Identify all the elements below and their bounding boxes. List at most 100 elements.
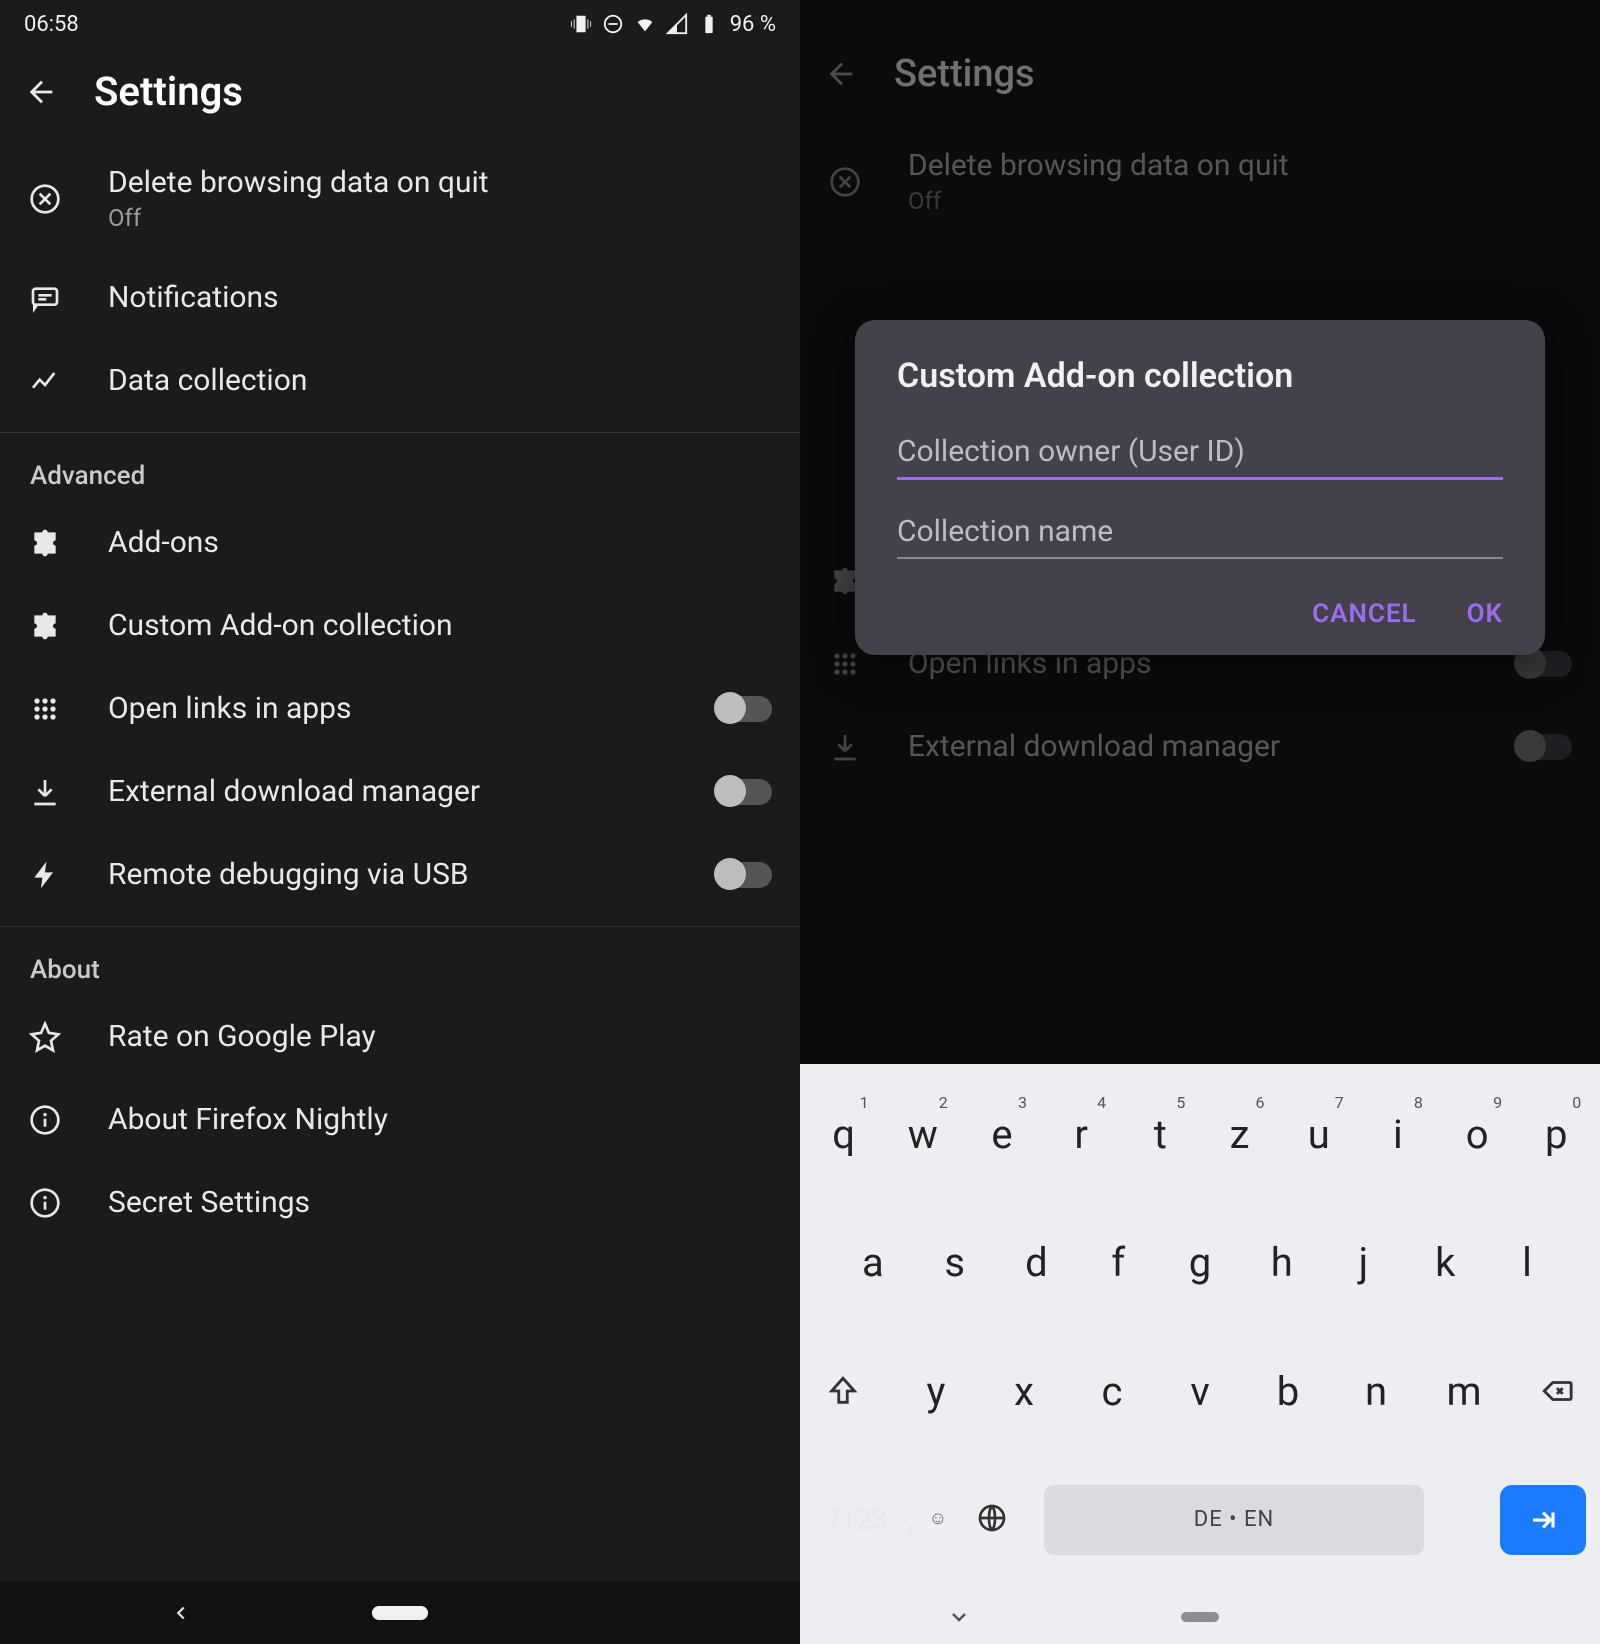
key-t[interactable]: 5t	[1125, 1091, 1195, 1177]
key-b[interactable]: b	[1253, 1348, 1323, 1434]
row-addons[interactable]: Add-ons	[0, 501, 800, 584]
row-subtitle: Off	[108, 204, 772, 232]
key-w[interactable]: 2w	[888, 1091, 958, 1177]
soft-keyboard[interactable]: 1q 2w 3e 4r 5t 6z 7u 8i 9o 0p a s d f g …	[800, 1064, 1600, 1644]
key-u[interactable]: 7u	[1284, 1091, 1354, 1177]
row-title: About Firefox Nightly	[108, 1102, 772, 1137]
row-open-links-in-apps[interactable]: Open links in apps	[0, 667, 800, 750]
cancel-button[interactable]: CANCEL	[1312, 599, 1416, 629]
row-title: Add-ons	[108, 525, 772, 560]
settings-screen-left: 06:58 96 % Settings Delete browsing data…	[0, 0, 800, 1644]
info-icon	[28, 1187, 62, 1219]
toggle-usb-debug[interactable]	[716, 862, 772, 888]
row-external-download-manager[interactable]: External download manager	[0, 750, 800, 833]
key-h[interactable]: h	[1247, 1220, 1317, 1306]
key-v[interactable]: v	[1165, 1348, 1235, 1434]
key-g[interactable]: g	[1165, 1220, 1235, 1306]
ok-button[interactable]: OK	[1467, 599, 1503, 629]
period-key[interactable]: .	[1432, 1502, 1492, 1537]
keyboard-row-4: ?123 , DE • EN .	[804, 1456, 1596, 1591]
keyboard-collapse-icon[interactable]	[947, 1605, 971, 1629]
keyboard-row-1: 1q 2w 3e 4r 5t 6z 7u 8i 9o 0p	[804, 1070, 1596, 1199]
key-n[interactable]: n	[1341, 1348, 1411, 1434]
toggle-ext-download[interactable]	[716, 779, 772, 805]
battery-icon	[698, 13, 720, 35]
enter-key[interactable]	[1500, 1485, 1586, 1555]
key-e[interactable]: 3e	[967, 1091, 1037, 1177]
back-icon[interactable]	[24, 75, 58, 109]
key-j[interactable]: j	[1328, 1220, 1398, 1306]
key-p[interactable]: 0p	[1521, 1091, 1591, 1177]
row-secret-settings[interactable]: Secret Settings	[0, 1161, 800, 1244]
page-title: Settings	[94, 68, 243, 115]
keyboard-row-3: y x c v b n m	[804, 1327, 1596, 1456]
row-title: External download manager	[108, 774, 670, 809]
clock: 06:58	[24, 12, 79, 37]
key-o[interactable]: 9o	[1442, 1091, 1512, 1177]
puzzle-icon	[28, 610, 62, 642]
bolt-icon	[28, 859, 62, 891]
row-notifications[interactable]: Notifications	[0, 256, 800, 339]
key-d[interactable]: d	[1001, 1220, 1071, 1306]
row-title: Notifications	[108, 280, 772, 315]
key-i[interactable]: 8i	[1363, 1091, 1433, 1177]
row-title: Remote debugging via USB	[108, 857, 670, 892]
settings-list: Delete browsing data on quit Off Notific…	[0, 141, 800, 1582]
header: Settings	[0, 48, 800, 141]
divider	[0, 926, 800, 927]
shift-icon	[826, 1374, 860, 1408]
shift-key[interactable]	[804, 1374, 882, 1408]
system-nav-bar	[804, 1590, 1596, 1644]
key-m[interactable]: m	[1429, 1348, 1499, 1434]
download-icon	[28, 776, 62, 808]
comma-key[interactable]: ,	[908, 1502, 968, 1537]
space-key[interactable]: DE • EN	[1044, 1485, 1424, 1555]
backspace-icon	[1537, 1374, 1577, 1408]
language-key[interactable]	[976, 1502, 1036, 1538]
key-q[interactable]: 1q	[809, 1091, 879, 1177]
key-f[interactable]: f	[1083, 1220, 1153, 1306]
row-rate-google-play[interactable]: Rate on Google Play	[0, 995, 800, 1078]
divider	[0, 432, 800, 433]
chat-icon	[28, 282, 62, 314]
symbols-key[interactable]: ?123	[814, 1503, 900, 1536]
key-z[interactable]: 6z	[1205, 1091, 1275, 1177]
close-circle-icon	[28, 183, 62, 215]
row-title: Open links in apps	[108, 691, 670, 726]
key-y[interactable]: y	[901, 1348, 971, 1434]
row-delete-browsing-data[interactable]: Delete browsing data on quit Off	[0, 141, 800, 256]
row-custom-addon-collection[interactable]: Custom Add-on collection	[0, 584, 800, 667]
row-title: Data collection	[108, 363, 772, 398]
row-remote-debugging-usb[interactable]: Remote debugging via USB	[0, 833, 800, 916]
key-r[interactable]: 4r	[1046, 1091, 1116, 1177]
section-about: About	[0, 937, 800, 995]
puzzle-icon	[28, 527, 62, 559]
backspace-key[interactable]	[1518, 1374, 1596, 1408]
status-bar: 06:58 96 %	[0, 0, 800, 48]
row-about-firefox-nightly[interactable]: About Firefox Nightly	[0, 1078, 800, 1161]
row-title: Custom Add-on collection	[108, 608, 772, 643]
key-k[interactable]: k	[1410, 1220, 1480, 1306]
custom-addon-dialog: Custom Add-on collection Collection owne…	[855, 320, 1545, 655]
system-nav-bar	[0, 1582, 800, 1644]
row-data-collection[interactable]: Data collection	[0, 339, 800, 422]
nav-home-pill[interactable]	[372, 1606, 428, 1620]
nav-back-chevron-icon[interactable]	[170, 1602, 192, 1624]
trend-icon	[28, 365, 62, 397]
key-s[interactable]: s	[920, 1220, 990, 1306]
keyboard-row-2: a s d f g h j k l	[804, 1199, 1596, 1328]
settings-screen-right: Settings Delete browsing data on quit Of…	[800, 0, 1600, 1644]
key-a[interactable]: a	[838, 1220, 908, 1306]
toggle-open-links[interactable]	[716, 696, 772, 722]
vibrate-icon	[570, 13, 592, 35]
key-c[interactable]: c	[1077, 1348, 1147, 1434]
enter-icon	[1525, 1505, 1561, 1535]
key-x[interactable]: x	[989, 1348, 1059, 1434]
dialog-title: Custom Add-on collection	[897, 356, 1503, 396]
row-title: Secret Settings	[108, 1185, 772, 1220]
collection-owner-input[interactable]: Collection owner (User ID)	[897, 424, 1503, 480]
collection-name-input[interactable]: Collection name	[897, 504, 1503, 559]
wifi-icon	[634, 13, 656, 35]
key-l[interactable]: l	[1492, 1220, 1562, 1306]
nav-home-pill[interactable]	[1181, 1612, 1219, 1622]
